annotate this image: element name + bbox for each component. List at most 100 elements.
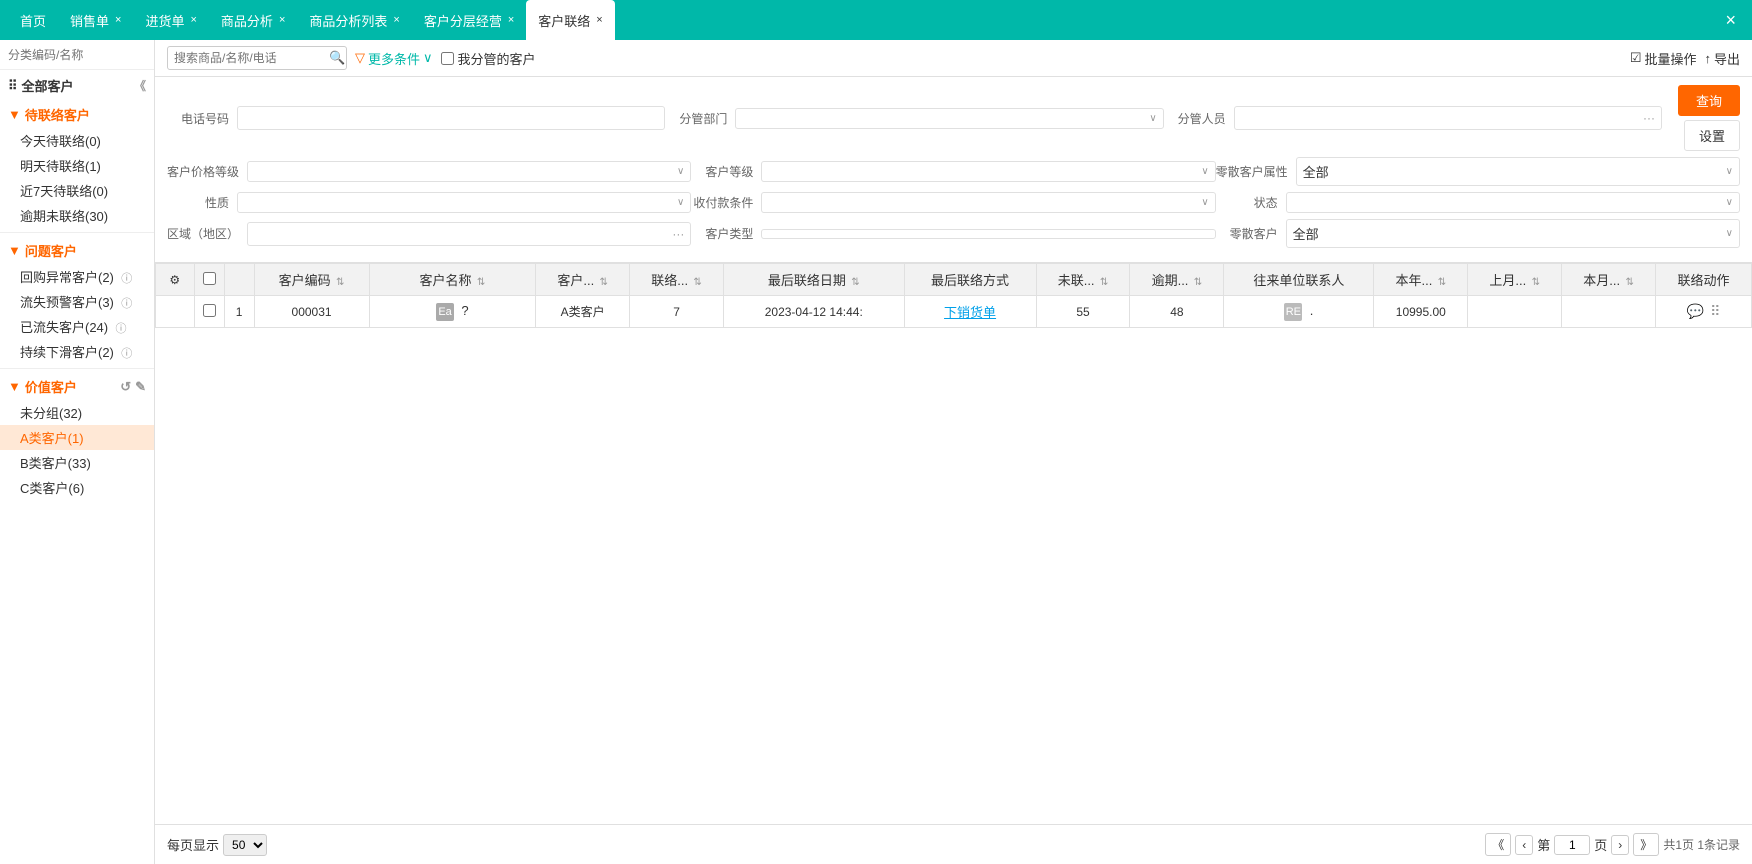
col-checkbox-all[interactable] <box>194 264 224 296</box>
sort-this-month-icon[interactable]: ⇅ <box>1625 277 1633 288</box>
col-this-year[interactable]: 本年... ⇅ <box>1374 264 1468 296</box>
filter-region-select[interactable]: ··· <box>247 222 691 246</box>
sidebar-item-overdue[interactable]: 逾期未联络(30) <box>0 203 154 228</box>
select-all-checkbox[interactable] <box>203 272 216 285</box>
info-icon-declining: ⓘ <box>121 348 132 360</box>
chevron-down-icon: ∨ <box>1149 113 1156 124</box>
nav-customer-tier[interactable]: 客户分层经营 × <box>412 0 526 40</box>
close-sales-tab[interactable]: × <box>115 14 121 26</box>
filter-dept-select[interactable]: ∨ <box>735 108 1163 129</box>
row-num: 1 <box>224 296 254 328</box>
sort-level-icon[interactable]: ⇅ <box>600 277 608 288</box>
settings-button[interactable]: 设置 <box>1684 120 1740 151</box>
col-overdue[interactable]: 逾期... ⇅ <box>1130 264 1224 296</box>
col-code[interactable]: 客户编码 ⇅ <box>254 264 369 296</box>
page-number-input[interactable] <box>1554 835 1590 855</box>
query-button[interactable]: 查询 <box>1678 85 1740 116</box>
col-this-month[interactable]: 本月... ⇅ <box>1562 264 1656 296</box>
sort-last-date-icon[interactable]: ⇅ <box>851 277 859 288</box>
filter-price-grade-select[interactable]: ∨ <box>247 161 691 182</box>
close-customer-tier-tab[interactable]: × <box>508 14 514 26</box>
sidebar-item-declining[interactable]: 持续下滑客户(2) ⓘ <box>0 339 154 364</box>
filter-customer-grade-select[interactable]: ∨ <box>761 161 1215 182</box>
sort-no-contact-icon[interactable]: ⇅ <box>1100 277 1108 288</box>
qr-action-icon[interactable]: ⠿ <box>1710 303 1720 320</box>
sidebar-group-pending[interactable]: ▼ 待联络客户 <box>0 101 154 128</box>
nav-analysis[interactable]: 商品分析 × <box>209 0 297 40</box>
col-settings[interactable]: ⚙ <box>156 264 195 296</box>
sort-code-icon[interactable]: ⇅ <box>336 277 344 288</box>
col-contact-count[interactable]: 联络... ⇅ <box>630 264 724 296</box>
export-button[interactable]: ↑ 导出 <box>1704 49 1740 68</box>
sidebar-search-input[interactable] <box>8 48 155 62</box>
close-analysis-list-tab[interactable]: × <box>393 14 399 26</box>
next-page-button[interactable]: › <box>1611 835 1629 855</box>
batch-operation-button[interactable]: ☑ 批量操作 <box>1630 49 1697 68</box>
filter-manager: 分管人员 ··· <box>1164 106 1662 130</box>
nav-analysis-list[interactable]: 商品分析列表 × <box>297 0 411 40</box>
sidebar-item-churned[interactable]: 已流失客户(24) ⓘ <box>0 314 154 339</box>
sidebar-item-a-class[interactable]: A类客户(1) <box>0 425 154 450</box>
sort-last-month-icon[interactable]: ⇅ <box>1532 277 1540 288</box>
col-name[interactable]: 客户名称 ⇅ <box>369 264 536 296</box>
sort-contact-count-icon[interactable]: ⇅ <box>693 277 701 288</box>
toolbar-search-icon[interactable]: 🔍 <box>329 50 345 66</box>
nav-home[interactable]: 首页 <box>8 0 58 40</box>
col-num <box>224 264 254 296</box>
nav-sales[interactable]: 销售单 × <box>58 0 133 40</box>
nav-customer-contact[interactable]: 客户联络 × <box>526 0 614 40</box>
last-method-link[interactable]: 下销货单 <box>944 305 996 320</box>
prev-page-button[interactable]: ‹ <box>1515 835 1533 855</box>
filter-phone-input[interactable] <box>237 106 665 130</box>
filter-status-select[interactable]: ∨ <box>1286 192 1740 213</box>
col-last-month[interactable]: 上月... ⇅ <box>1468 264 1562 296</box>
my-customer-checkbox-area[interactable]: 我分管的客户 <box>441 49 536 68</box>
filter-manager-select[interactable]: ··· <box>1234 106 1662 130</box>
sidebar-group-value[interactable]: ▼ 价值客户 ↺ ✎ <box>0 373 154 400</box>
value-refresh-icon[interactable]: ↺ <box>120 379 131 395</box>
filter-retail-attr-select[interactable]: 全部 ∨ <box>1296 157 1740 186</box>
sort-name-icon[interactable]: ⇅ <box>477 277 485 288</box>
chat-action-icon[interactable]: 💬 <box>1687 303 1704 320</box>
sort-this-year-icon[interactable]: ⇅ <box>1438 277 1446 288</box>
value-edit-icon[interactable]: ✎ <box>135 379 146 395</box>
close-analysis-tab[interactable]: × <box>279 14 285 26</box>
col-last-date[interactable]: 最后联络日期 ⇅ <box>723 264 904 296</box>
toolbar-search-input[interactable] <box>174 51 329 65</box>
sidebar-item-7days[interactable]: 近7天待联络(0) <box>0 178 154 203</box>
filter-manager-label: 分管人员 <box>1164 110 1234 127</box>
col-no-contact[interactable]: 未联... ⇅ <box>1036 264 1130 296</box>
sidebar-group-problem[interactable]: ▼ 问题客户 <box>0 237 154 264</box>
filter-nature-select[interactable]: ∨ <box>237 192 691 213</box>
sidebar-item-tomorrow[interactable]: 明天待联络(1) <box>0 153 154 178</box>
nav-purchase[interactable]: 进货单 × <box>133 0 208 40</box>
col-action: 联络动作 <box>1656 264 1752 296</box>
first-page-button[interactable]: 《 <box>1485 833 1511 856</box>
close-purchase-tab[interactable]: × <box>190 14 196 26</box>
filter-payment-select[interactable]: ∨ <box>761 192 1215 213</box>
sort-overdue-icon[interactable]: ⇅ <box>1194 277 1202 288</box>
sidebar-item-repurchase-abnormal[interactable]: 回购异常客户(2) ⓘ <box>0 264 154 289</box>
more-filter-button[interactable]: ▽ 更多条件 ∨ <box>355 49 433 68</box>
row-checkbox[interactable] <box>194 296 224 328</box>
per-page-select[interactable]: 50 <box>223 834 267 856</box>
sidebar-item-churn-warning[interactable]: 流失预警客户(3) ⓘ <box>0 289 154 314</box>
close-customer-contact-tab[interactable]: × <box>596 14 602 26</box>
sidebar-all-customers[interactable]: ⠿ 全部客户 《 <box>0 70 154 101</box>
global-close-button[interactable]: × <box>1717 10 1744 31</box>
sidebar-collapse-icon[interactable]: 《 <box>134 77 146 94</box>
sidebar-item-b-class[interactable]: B类客户(33) <box>0 450 154 475</box>
my-customer-checkbox[interactable] <box>441 52 454 65</box>
row-last-method[interactable]: 下销货单 <box>904 296 1036 328</box>
filter-row-3: 性质 ∨ 收付款条件 ∨ 状态 <box>167 192 1740 213</box>
col-level[interactable]: 客户... ⇅ <box>536 264 630 296</box>
sidebar-item-today[interactable]: 今天待联络(0) <box>0 128 154 153</box>
table-header-row: ⚙ 客户编码 ⇅ 客户名称 ⇅ 客户... ⇅ <box>156 264 1752 296</box>
filter-dept-label: 分管部门 <box>665 110 735 127</box>
filter-retail-customer-select[interactable]: 全部 ∨ <box>1286 219 1740 248</box>
sidebar-item-ungrouped[interactable]: 未分组(32) <box>0 400 154 425</box>
last-page-button[interactable]: 》 <box>1633 833 1659 856</box>
filter-customer-type-input[interactable] <box>761 229 1215 239</box>
sidebar-item-c-class[interactable]: C类客户(6) <box>0 475 154 500</box>
row-select-checkbox[interactable] <box>203 304 216 317</box>
